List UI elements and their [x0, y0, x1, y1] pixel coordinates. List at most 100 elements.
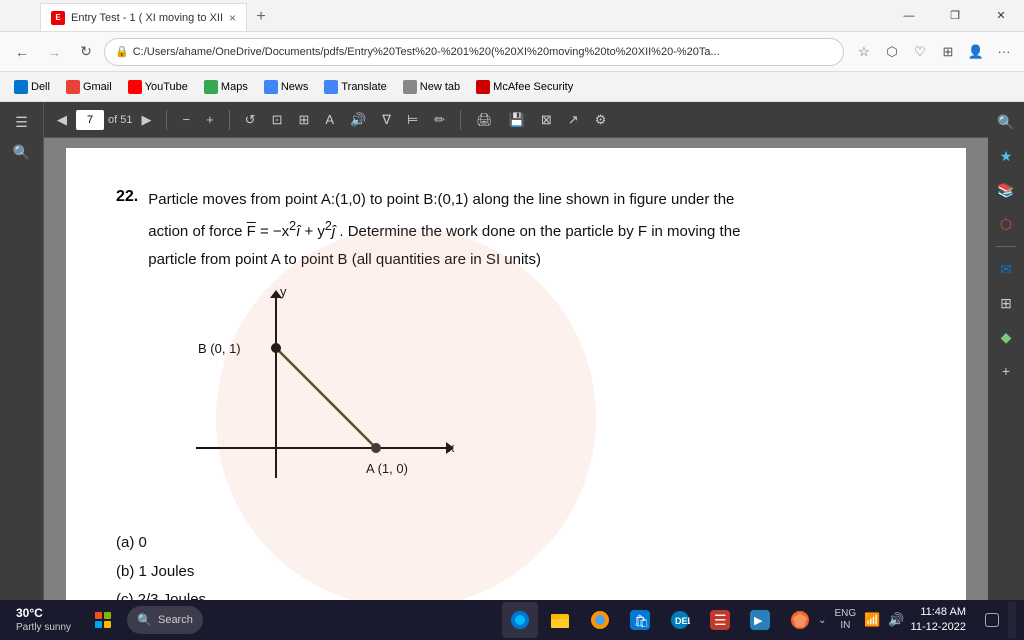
fit-page-button[interactable]: ⊡ [267, 109, 288, 131]
question-container: 22. Particle moves from point A:(1,0) to… [116, 188, 916, 272]
speaker-icon[interactable]: 🔊 [888, 612, 904, 628]
notification-button[interactable] [982, 602, 1002, 638]
back-button[interactable]: ← [8, 38, 36, 66]
rotate-button[interactable]: ↺ [240, 109, 261, 131]
taskbar-right: ⌄ ENGIN 📶 🔊 11:48 AM 11-12-2022 [818, 602, 1024, 638]
svg-text:A (1, 0): A (1, 0) [366, 461, 408, 476]
taskbar-store-app[interactable]: 🛍 [622, 602, 658, 638]
reload-button[interactable]: ↻ [72, 38, 100, 66]
clock-time: 11:48 AM [911, 605, 966, 620]
weather-info[interactable]: 30°C Partly sunny [8, 606, 79, 635]
right-sidebar: 🔍 ★ 📚 ⬡ ✉ ⊞ ◆ + [988, 102, 1024, 640]
pdf-menu-button[interactable]: ☰ [4, 108, 40, 136]
read-aloud-button[interactable]: 🔊 [345, 109, 371, 131]
maximize-button[interactable]: ❐ [932, 0, 978, 32]
bookmark-newtab[interactable]: New tab [397, 78, 466, 96]
address-icons: ☆ ⬡ ♡ ⊞ 👤 ··· [852, 40, 1016, 64]
lang-indicator: ENGIN [835, 608, 857, 632]
bookmark-youtube[interactable]: YouTube [122, 78, 194, 96]
win-sq-4 [104, 621, 111, 628]
bookmark-news[interactable]: News [258, 78, 315, 96]
taskbar-dell-app[interactable]: DELL [662, 602, 698, 638]
svg-text:x: x [448, 440, 455, 455]
question-line1: Particle moves from point A:(1,0) to poi… [148, 188, 740, 212]
windows-logo [95, 612, 111, 628]
option-b: (b) 1 Joules [116, 558, 916, 587]
pdf-search-button[interactable]: 🔍 [4, 138, 40, 166]
profile-icon[interactable]: 👤 [964, 40, 988, 64]
bookmark-translate[interactable]: Translate [318, 78, 392, 96]
sidebar-games-button[interactable]: ◆ [992, 323, 1020, 351]
tray-caret[interactable]: ⌄ [818, 615, 826, 626]
sidebar-library-button[interactable]: 📚 [992, 176, 1020, 204]
zoom-in-button[interactable]: + [201, 109, 219, 130]
start-button[interactable] [85, 602, 121, 638]
bookmark-mcafee[interactable]: McAfee Security [470, 78, 579, 96]
search-icon: 🔍 [137, 613, 152, 627]
taskbar-brave-app[interactable] [782, 602, 818, 638]
sidebar-bookmark-button[interactable]: ★ [992, 142, 1020, 170]
sidebar-apps-button[interactable]: ⊞ [992, 289, 1020, 317]
settings-button[interactable]: ⚙ [590, 109, 612, 131]
system-clock[interactable]: 11:48 AM 11-12-2022 [911, 605, 966, 636]
win-sq-3 [95, 621, 102, 628]
svg-text:y: y [280, 288, 287, 299]
screenshot-icon[interactable]: ⬡ [880, 40, 904, 64]
bookmark-gmail[interactable]: Gmail [60, 78, 118, 96]
gmail-icon [66, 80, 80, 94]
bookmarks-bar: Dell Gmail YouTube Maps News Translate N… [0, 72, 1024, 102]
mcafee-icon [476, 80, 490, 94]
taskbar-app7[interactable]: ▶ [742, 602, 778, 638]
bookmark-maps[interactable]: Maps [198, 78, 254, 96]
print-button[interactable]: 🖨 [471, 109, 498, 131]
address-input[interactable]: 🔒 C:/Users/ahame/OneDrive/Documents/pdfs… [104, 38, 844, 66]
toolbar-separator-3 [460, 110, 461, 130]
sidebar-outlook-button[interactable]: ✉ [992, 255, 1020, 283]
close-button[interactable]: ✕ [978, 0, 1024, 32]
bookmark-dell[interactable]: Dell [8, 78, 56, 96]
forward-button[interactable]: → [40, 38, 68, 66]
taskbar-app6[interactable]: ☰ [702, 602, 738, 638]
pdf-main: ◀ of 51 ▶ − + ↺ ⊡ ⊞ A 🔊 ∇ ⊨ ✏ 🖨 💾 ⊠ ↗ ⚙ [44, 102, 988, 640]
share-button[interactable]: ⊠ [536, 109, 557, 131]
draw-button[interactable]: ✏ [429, 109, 450, 131]
more-button[interactable]: ··· [992, 40, 1016, 64]
page-nav-group: ◀ of 51 ▶ [52, 109, 156, 131]
sidebar-search-button[interactable]: 🔍 [992, 108, 1020, 136]
collections-icon[interactable]: ⊞ [936, 40, 960, 64]
sidebar-office-button[interactable]: ⬡ [992, 210, 1020, 238]
pdf-content[interactable]: 22. Particle moves from point A:(1,0) to… [44, 138, 988, 640]
favorites-icon[interactable]: ♡ [908, 40, 932, 64]
svg-text:B (0, 1): B (0, 1) [198, 341, 241, 356]
peek-button[interactable] [1008, 602, 1016, 638]
svg-text:☰: ☰ [714, 612, 727, 628]
sys-tray: ⌄ ENGIN 📶 🔊 [818, 608, 904, 632]
question-line2: action of force F = −x2î + y2ĵ . Determi… [148, 216, 740, 244]
annotation-button[interactable]: ∇ [377, 109, 396, 131]
title-bar: E Entry Test - 1 ( XI moving to XII × + … [0, 0, 1024, 32]
highlight-button[interactable]: ⊨ [402, 109, 423, 131]
new-tab-button[interactable]: + [247, 3, 275, 31]
more-tools-button[interactable]: ↗ [563, 109, 584, 131]
page-number-input[interactable] [76, 110, 104, 130]
taskbar-firefox-app[interactable] [582, 602, 618, 638]
search-bar[interactable]: 🔍 Search [127, 606, 203, 634]
browser-tab[interactable]: E Entry Test - 1 ( XI moving to XII × [40, 3, 247, 31]
previous-page-button[interactable]: ◀ [52, 109, 72, 131]
question-body: Particle moves from point A:(1,0) to poi… [148, 188, 740, 272]
sidebar-divider [996, 246, 1016, 247]
text-button[interactable]: A [320, 109, 339, 130]
sidebar-add-button[interactable]: + [992, 357, 1020, 385]
question-line3: particle from point A to point B (all qu… [148, 248, 740, 272]
bookmark-star-icon[interactable]: ☆ [852, 40, 876, 64]
taskbar-explorer-app[interactable] [542, 602, 578, 638]
zoom-out-button[interactable]: − [177, 109, 195, 130]
wifi-icon[interactable]: 📶 [864, 612, 880, 628]
taskbar-edge-app[interactable] [502, 602, 538, 638]
minimize-button[interactable]: — [886, 0, 932, 32]
view-mode-button[interactable]: ⊞ [293, 109, 314, 131]
save-button[interactable]: 💾 [504, 109, 530, 131]
notification-icon [985, 613, 999, 627]
tab-close-button[interactable]: × [229, 11, 236, 25]
next-page-button[interactable]: ▶ [136, 109, 156, 131]
